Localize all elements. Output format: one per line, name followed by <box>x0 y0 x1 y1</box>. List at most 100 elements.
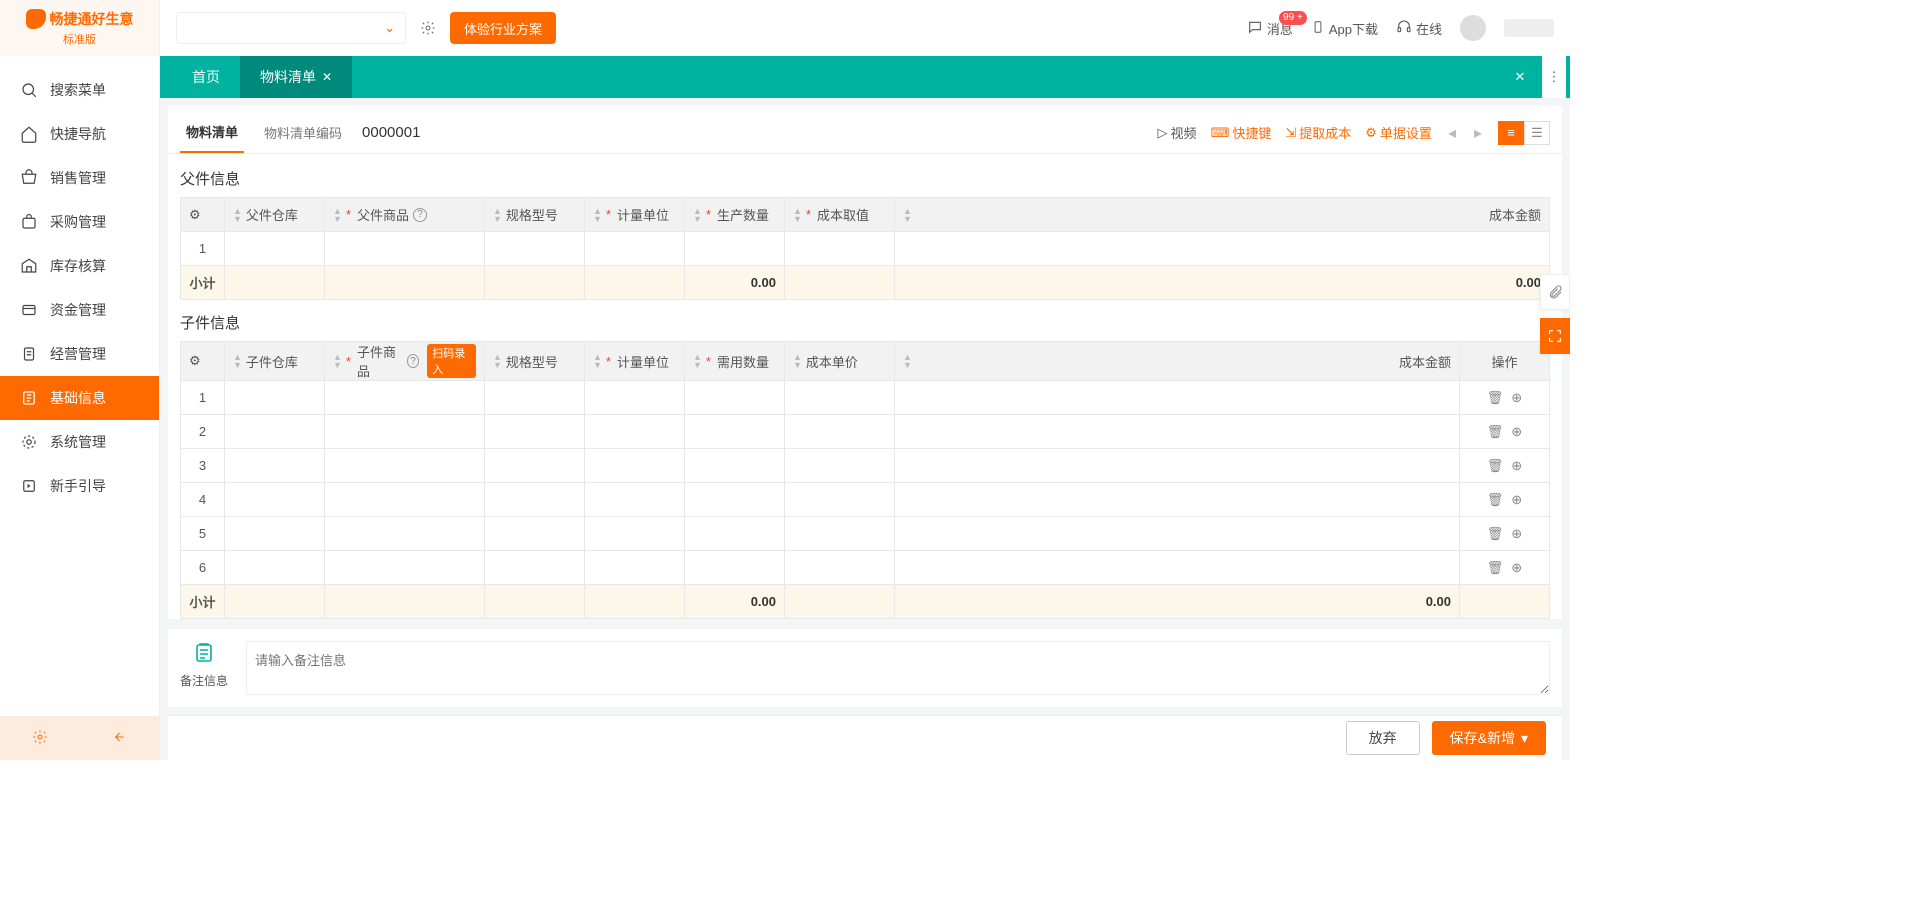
messages-button[interactable]: 消息 99 + <box>1247 19 1293 38</box>
col-child-spec[interactable]: ▲▼规格型号 <box>485 342 585 381</box>
cell-child-costamt[interactable] <box>895 415 1460 449</box>
attachment-button[interactable] <box>1540 274 1570 310</box>
company-selector[interactable]: ⌄ <box>176 12 406 44</box>
settings-button[interactable] <box>414 14 442 42</box>
add-row-icon[interactable]: ⊕ <box>1511 458 1522 473</box>
doc-setting-link[interactable]: ⚙单据设置 <box>1365 123 1432 142</box>
col-parent-spec[interactable]: ▲▼规格型号 <box>485 198 585 232</box>
cell-parent-spec[interactable] <box>485 232 585 266</box>
cell-child-spec[interactable] <box>485 449 585 483</box>
sidebar-item-search[interactable]: 搜索菜单 <box>0 68 159 112</box>
add-row-icon[interactable]: ⊕ <box>1511 390 1522 405</box>
col-parent-product[interactable]: ▲▼*父件商品? <box>325 198 485 232</box>
cell-child-product[interactable] <box>325 449 485 483</box>
view-list-icon[interactable]: ≡ <box>1498 121 1524 145</box>
online-service-button[interactable]: 在线 <box>1396 19 1442 38</box>
cell-child-usage[interactable] <box>685 381 785 415</box>
cell-child-uom[interactable] <box>585 483 685 517</box>
table-row[interactable]: 1🗑⊕ <box>181 381 1550 415</box>
cell-child-costamt[interactable] <box>895 551 1460 585</box>
sidebar-item-operation[interactable]: 经营管理 <box>0 332 159 376</box>
sidebar-item-purchase[interactable]: 采购管理 <box>0 200 159 244</box>
cell-child-unitcost[interactable] <box>785 381 895 415</box>
view-card-icon[interactable]: ☰ <box>1524 121 1550 145</box>
cell-child-costamt[interactable] <box>895 449 1460 483</box>
cell-child-unitcost[interactable] <box>785 415 895 449</box>
hotkey-link[interactable]: ⌨快捷键 <box>1211 123 1272 142</box>
cell-child-warehouse[interactable] <box>225 415 325 449</box>
cell-child-unitcost[interactable] <box>785 449 895 483</box>
cell-parent-uom[interactable] <box>585 232 685 266</box>
col-child-uom[interactable]: ▲▼*计量单位 <box>585 342 685 381</box>
col-parent-warehouse[interactable]: ▲▼父件仓库 <box>225 198 325 232</box>
save-and-new-button[interactable]: 保存&新增 ▾ <box>1432 721 1546 755</box>
cell-child-usage[interactable] <box>685 483 785 517</box>
cell-child-spec[interactable] <box>485 483 585 517</box>
cell-child-costamt[interactable] <box>895 483 1460 517</box>
cell-child-warehouse[interactable] <box>225 483 325 517</box>
cell-parent-costamt[interactable] <box>895 232 1550 266</box>
cell-child-usage[interactable] <box>685 551 785 585</box>
cell-child-usage[interactable] <box>685 517 785 551</box>
help-icon[interactable]: ? <box>413 208 427 222</box>
table-row[interactable]: 2🗑⊕ <box>181 415 1550 449</box>
cell-child-uom[interactable] <box>585 381 685 415</box>
row-config-header[interactable]: ⚙ <box>181 198 225 232</box>
cell-child-warehouse[interactable] <box>225 449 325 483</box>
tab-bom[interactable]: 物料清单 ✕ <box>240 56 352 98</box>
close-icon[interactable]: ✕ <box>322 70 332 84</box>
close-all-tabs-icon[interactable]: ✕ <box>1504 61 1536 93</box>
sidebar-item-inventory[interactable]: 库存核算 <box>0 244 159 288</box>
table-row[interactable]: 3🗑⊕ <box>181 449 1550 483</box>
tabs-menu-icon[interactable]: ⋮ <box>1542 56 1566 98</box>
sidebar-item-sales[interactable]: 销售管理 <box>0 156 159 200</box>
cell-child-usage[interactable] <box>685 449 785 483</box>
fullscreen-button[interactable] <box>1540 318 1570 354</box>
col-child-warehouse[interactable]: ▲▼子件仓库 <box>225 342 325 381</box>
sidebar-item-basicdata[interactable]: 基础信息 <box>0 376 159 420</box>
cell-child-uom[interactable] <box>585 415 685 449</box>
settings-icon[interactable] <box>32 729 48 748</box>
cell-parent-costselect[interactable] <box>785 232 895 266</box>
next-doc-icon[interactable]: ▸ <box>1472 123 1484 143</box>
table-row[interactable]: 4🗑⊕ <box>181 483 1550 517</box>
cell-child-spec[interactable] <box>485 381 585 415</box>
cell-child-costamt[interactable] <box>895 381 1460 415</box>
tab-home[interactable]: 首页 <box>172 56 240 98</box>
prev-doc-icon[interactable]: ◂ <box>1446 123 1458 143</box>
cell-child-uom[interactable] <box>585 551 685 585</box>
add-row-icon[interactable]: ⊕ <box>1511 492 1522 507</box>
cell-child-product[interactable] <box>325 551 485 585</box>
extract-cost-link[interactable]: ⇲提取成本 <box>1285 123 1351 142</box>
app-download-button[interactable]: App下载 <box>1311 19 1378 38</box>
video-link[interactable]: ▷视频 <box>1158 123 1197 142</box>
cell-child-unitcost[interactable] <box>785 551 895 585</box>
delete-row-icon[interactable]: 🗑 <box>1487 390 1504 405</box>
delete-row-icon[interactable]: 🗑 <box>1487 424 1504 439</box>
sidebar-item-quicknav[interactable]: 快捷导航 <box>0 112 159 156</box>
table-row[interactable]: 5🗑⊕ <box>181 517 1550 551</box>
col-parent-uom[interactable]: ▲▼*计量单位 <box>585 198 685 232</box>
discard-button[interactable]: 放弃 <box>1346 721 1420 755</box>
doc-type-tab[interactable]: 物料清单 <box>180 112 244 153</box>
cell-child-product[interactable] <box>325 381 485 415</box>
cell-child-product[interactable] <box>325 415 485 449</box>
cell-parent-product[interactable] <box>325 232 485 266</box>
cell-child-spec[interactable] <box>485 517 585 551</box>
table-row[interactable]: 6🗑⊕ <box>181 551 1550 585</box>
add-row-icon[interactable]: ⊕ <box>1511 560 1522 575</box>
cell-parent-warehouse[interactable] <box>225 232 325 266</box>
sidebar-item-system[interactable]: 系统管理 <box>0 420 159 464</box>
user-avatar[interactable] <box>1460 15 1486 41</box>
col-child-usage[interactable]: ▲▼*需用数量 <box>685 342 785 381</box>
cell-child-unitcost[interactable] <box>785 483 895 517</box>
cell-child-usage[interactable] <box>685 415 785 449</box>
experience-button[interactable]: 体验行业方案 <box>450 12 556 44</box>
col-parent-costamt[interactable]: ▲▼成本金额 <box>895 198 1550 232</box>
sidebar-item-finance[interactable]: 资金管理 <box>0 288 159 332</box>
cell-child-warehouse[interactable] <box>225 381 325 415</box>
cell-parent-qty[interactable] <box>685 232 785 266</box>
cell-child-uom[interactable] <box>585 517 685 551</box>
sidebar-item-guide[interactable]: 新手引导 <box>0 464 159 508</box>
col-child-product[interactable]: ▲▼*子件商品?扫码录入 <box>325 342 485 381</box>
